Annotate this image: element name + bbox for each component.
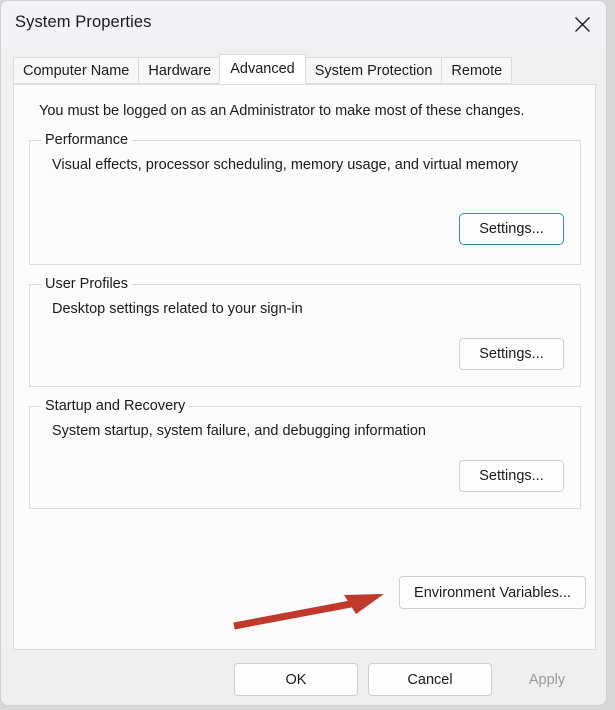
close-button[interactable] xyxy=(559,1,606,47)
tab-hardware[interactable]: Hardware xyxy=(138,57,221,84)
startup-recovery-group: Startup and Recovery System startup, sys… xyxy=(29,398,581,509)
title-bar: System Properties xyxy=(1,1,606,47)
cancel-button[interactable]: Cancel xyxy=(368,663,492,696)
window-title: System Properties xyxy=(15,13,152,31)
dialog-footer: OK Cancel Apply xyxy=(1,650,606,705)
user-profiles-group-label: User Profiles xyxy=(41,276,132,292)
performance-settings-button[interactable]: Settings... xyxy=(459,213,564,245)
startup-recovery-description: System startup, system failure, and debu… xyxy=(52,423,426,439)
apply-button: Apply xyxy=(528,671,566,688)
performance-description: Visual effects, processor scheduling, me… xyxy=(52,157,519,173)
performance-group: Performance Visual effects, processor sc… xyxy=(29,132,581,265)
system-properties-dialog: System Properties Computer Name Hardware… xyxy=(0,0,607,706)
startup-recovery-group-label: Startup and Recovery xyxy=(41,398,190,414)
user-profiles-settings-button[interactable]: Settings... xyxy=(459,338,564,370)
tab-strip: Computer Name Hardware Advanced System P… xyxy=(13,54,513,84)
administrator-note: You must be logged on as an Administrato… xyxy=(39,103,525,119)
tab-computer-name[interactable]: Computer Name xyxy=(13,57,139,84)
close-icon xyxy=(575,16,590,32)
startup-recovery-settings-button[interactable]: Settings... xyxy=(459,460,564,492)
environment-variables-button[interactable]: Environment Variables... xyxy=(399,576,586,609)
advanced-tab-panel: You must be logged on as an Administrato… xyxy=(13,84,596,650)
performance-group-label: Performance xyxy=(41,132,133,148)
tab-advanced[interactable]: Advanced xyxy=(219,54,306,84)
user-profiles-group: User Profiles Desktop settings related t… xyxy=(29,276,581,387)
tab-system-protection[interactable]: System Protection xyxy=(304,57,442,84)
ok-button[interactable]: OK xyxy=(234,663,358,696)
user-profiles-description: Desktop settings related to your sign-in xyxy=(52,301,303,317)
tab-remote[interactable]: Remote xyxy=(441,57,513,84)
